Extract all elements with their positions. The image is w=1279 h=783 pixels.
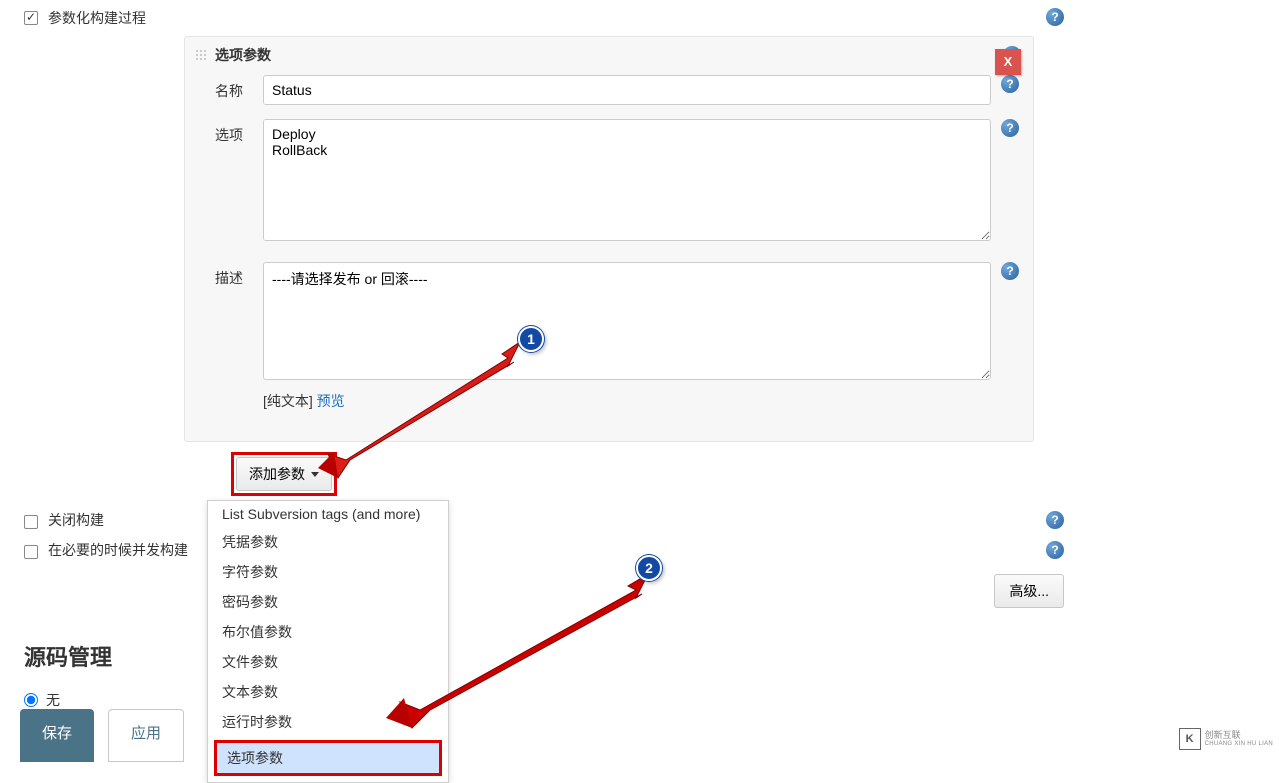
dd-item-choice-highlight: 选项参数 xyxy=(208,740,448,782)
help-icon[interactable]: ? xyxy=(1001,262,1019,280)
panel-title: 选项参数 xyxy=(215,45,271,65)
name-label: 名称 xyxy=(215,75,263,101)
annotation-badge-2: 2 xyxy=(636,555,662,581)
dd-item-runtime[interactable]: 运行时参数 xyxy=(208,707,448,737)
parameterized-build-checkbox[interactable] xyxy=(24,11,38,25)
apply-button[interactable]: 应用 xyxy=(108,709,184,762)
dd-item-text[interactable]: 文本参数 xyxy=(208,677,448,707)
dd-item-choice[interactable]: 选项参数 xyxy=(214,740,442,776)
watermark: K 创新互联 CHUANG XIN HU LIAN xyxy=(1179,728,1273,750)
concurrent-build-checkbox[interactable] xyxy=(24,545,38,559)
options-textarea[interactable] xyxy=(263,119,991,241)
help-icon[interactable]: ? xyxy=(1001,119,1019,137)
scm-heading: 源码管理 xyxy=(24,640,1064,672)
plain-text-label: [纯文本] xyxy=(263,393,313,409)
watermark-logo-icon: K xyxy=(1179,728,1201,750)
watermark-cn: 创新互联 xyxy=(1205,731,1273,741)
help-icon[interactable]: ? xyxy=(1046,541,1064,559)
scm-none-label: 无 xyxy=(46,690,60,710)
add-parameter-label: 添加参数 xyxy=(249,464,305,484)
close-build-label: 关闭构建 xyxy=(48,510,104,530)
save-button[interactable]: 保存 xyxy=(20,709,94,762)
close-panel-button[interactable]: X xyxy=(995,49,1021,75)
help-icon[interactable]: ? xyxy=(1046,511,1064,529)
name-input[interactable] xyxy=(263,75,991,105)
desc-label: 描述 xyxy=(215,262,263,288)
help-icon[interactable]: ? xyxy=(1046,8,1064,26)
advanced-button[interactable]: 高级... xyxy=(994,574,1064,608)
dd-item-string[interactable]: 字符参数 xyxy=(208,557,448,587)
add-parameter-button[interactable]: 添加参数 xyxy=(236,457,332,491)
dd-item-file[interactable]: 文件参数 xyxy=(208,647,448,677)
dd-item-svn-tags[interactable]: List Subversion tags (and more) xyxy=(208,501,448,527)
desc-textarea[interactable] xyxy=(263,262,991,380)
preview-link[interactable]: 预览 xyxy=(317,393,345,409)
add-parameter-dropdown: List Subversion tags (and more) 凭据参数 字符参… xyxy=(207,500,449,783)
annotation-badge-1: 1 xyxy=(518,326,544,352)
concurrent-build-label: 在必要的时候并发构建 xyxy=(48,540,188,560)
dd-item-credentials[interactable]: 凭据参数 xyxy=(208,527,448,557)
watermark-en: CHUANG XIN HU LIAN xyxy=(1205,741,1273,748)
choice-parameter-panel: X 选项参数 ? 名称 ? 选项 ? xyxy=(184,36,1034,442)
chevron-down-icon xyxy=(311,472,319,477)
drag-handle-icon[interactable] xyxy=(195,49,207,61)
parameterized-build-label: 参数化构建过程 xyxy=(48,8,146,28)
dd-item-boolean[interactable]: 布尔值参数 xyxy=(208,617,448,647)
help-icon[interactable]: ? xyxy=(1001,75,1019,93)
close-build-checkbox[interactable] xyxy=(24,515,38,529)
dd-item-password[interactable]: 密码参数 xyxy=(208,587,448,617)
options-label: 选项 xyxy=(215,119,263,145)
add-parameter-highlight: 添加参数 xyxy=(231,452,337,496)
scm-none-radio[interactable] xyxy=(24,693,38,707)
